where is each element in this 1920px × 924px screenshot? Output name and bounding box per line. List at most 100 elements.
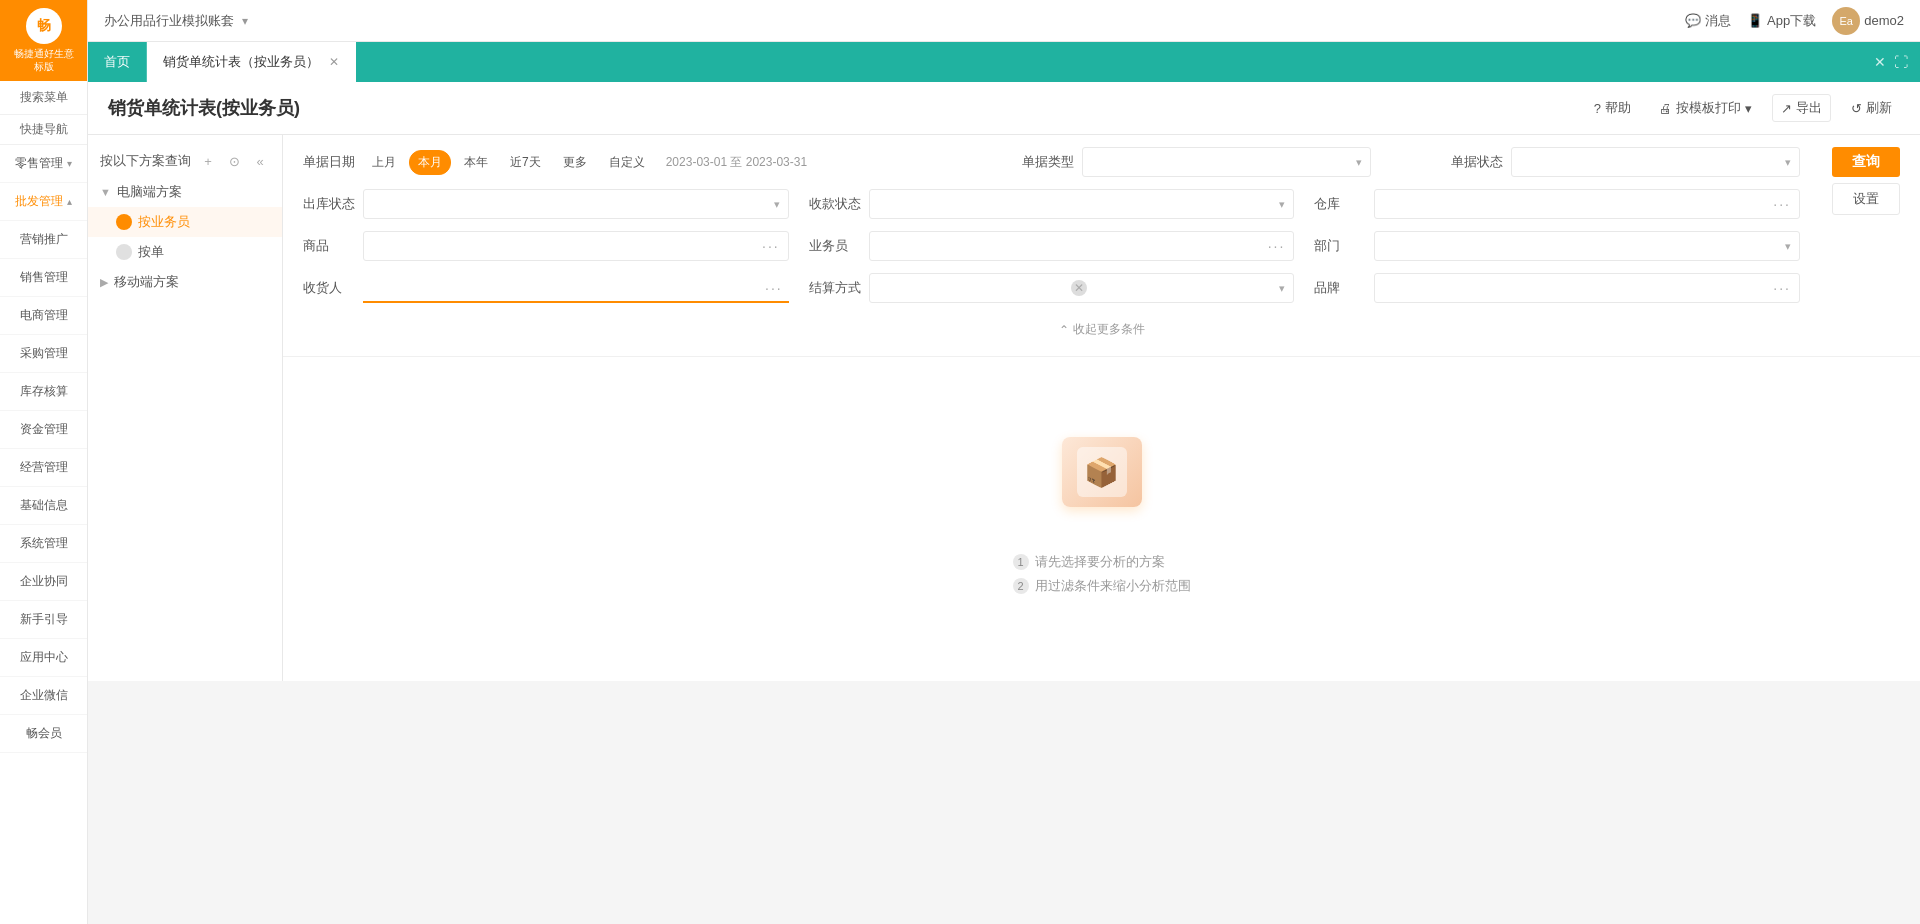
filter-settle-method: 结算方式 ✕ ▾ bbox=[809, 273, 1295, 303]
sidebar-item-wechat[interactable]: 企业微信 bbox=[0, 677, 87, 715]
help-icon: ? bbox=[1594, 101, 1601, 116]
content-area: 销货单统计表(按业务员) ? 帮助 🖨 按模板打印 ▾ ↗ 导出 bbox=[88, 82, 1920, 924]
date-btn-custom[interactable]: 自定义 bbox=[600, 150, 654, 175]
sidebar-item-member[interactable]: 畅会员 bbox=[0, 715, 87, 753]
sidebar-purchase-label: 采购管理 bbox=[20, 346, 68, 360]
page-title: 销货单统计表(按业务员) bbox=[108, 96, 300, 120]
add-scheme-icon[interactable]: + bbox=[198, 151, 218, 171]
sidebar-item-finance[interactable]: 资金管理 bbox=[0, 411, 87, 449]
sidebar-cooperation-label: 企业协同 bbox=[20, 574, 68, 588]
empty-hint-text-1: 请先选择要分析的方案 bbox=[1035, 553, 1165, 571]
out-status-label: 出库状态 bbox=[303, 195, 363, 213]
tab-expand-icon[interactable]: ⛶ bbox=[1894, 54, 1908, 70]
sidebar-item-search[interactable]: 搜索菜单 bbox=[0, 81, 87, 115]
tabbar-actions: ✕ ⛶ bbox=[1874, 54, 1920, 70]
sidebar-item-marketing[interactable]: 营销推广 bbox=[0, 221, 87, 259]
doc-status-arrow: ▾ bbox=[1785, 156, 1791, 169]
sidebar-item-basic[interactable]: 基础信息 bbox=[0, 487, 87, 525]
out-status-select[interactable]: ▾ bbox=[363, 189, 789, 219]
tree-dot-active bbox=[116, 214, 132, 230]
filter-goods: 商品 ··· bbox=[303, 231, 789, 261]
brand-select[interactable]: ··· bbox=[1374, 273, 1800, 303]
filter-warehouse: 仓库 ··· bbox=[1314, 189, 1800, 219]
brand-label: 品牌 bbox=[1314, 279, 1374, 297]
salesperson-dots: ··· bbox=[1268, 238, 1286, 254]
sidebar-item-newbie[interactable]: 新手引导 bbox=[0, 601, 87, 639]
sidebar-basic-label: 基础信息 bbox=[20, 498, 68, 512]
topbar-dropdown-icon[interactable]: ▾ bbox=[242, 14, 248, 28]
sidebar-item-wholesale[interactable]: 批发管理 ▴ bbox=[0, 183, 87, 221]
doc-status-select[interactable]: ▾ bbox=[1511, 147, 1800, 177]
sidebar-wholesale-label: 批发管理 bbox=[15, 194, 63, 208]
sidebar-retail-arrow: ▾ bbox=[67, 158, 72, 169]
empty-hint-1: 1 请先选择要分析的方案 bbox=[1013, 553, 1191, 571]
receiver-label: 收货人 bbox=[303, 279, 363, 297]
tree-node-desktop[interactable]: ▼ 电脑端方案 bbox=[88, 177, 282, 207]
sidebar-system-label: 系统管理 bbox=[20, 536, 68, 550]
filter-row-4: 收货人 ··· 结算方式 bbox=[303, 273, 1900, 303]
collapse-panel-icon[interactable]: « bbox=[250, 151, 270, 171]
sidebar-item-quicknav[interactable]: 快捷导航 bbox=[0, 115, 87, 145]
page-actions: ? 帮助 🖨 按模板打印 ▾ ↗ 导出 ↺ 刷新 bbox=[1586, 94, 1900, 122]
brand-control: ··· bbox=[1374, 273, 1800, 303]
tree-label-desktop: 电脑端方案 bbox=[117, 183, 182, 201]
app-download-button[interactable]: 📱 App下载 bbox=[1747, 12, 1816, 30]
settle-method-arrow: ▾ bbox=[1279, 282, 1285, 295]
sidebar-item-retail[interactable]: 零售管理 ▾ bbox=[0, 145, 87, 183]
date-btn-thismonth[interactable]: 本月 bbox=[409, 150, 451, 175]
sidebar-item-appcenter[interactable]: 应用中心 bbox=[0, 639, 87, 677]
refresh-button[interactable]: ↺ 刷新 bbox=[1843, 95, 1900, 121]
tree-arrow-desktop: ▼ bbox=[100, 186, 111, 198]
query-button[interactable]: 查询 bbox=[1832, 147, 1900, 177]
sidebar-item-inventory[interactable]: 库存核算 bbox=[0, 373, 87, 411]
sidebar-item-cooperation[interactable]: 企业协同 bbox=[0, 563, 87, 601]
sidebar-item-purchase[interactable]: 采购管理 bbox=[0, 335, 87, 373]
sidebar-item-sales[interactable]: 销售管理 bbox=[0, 259, 87, 297]
warehouse-select[interactable]: ··· bbox=[1374, 189, 1800, 219]
sidebar-item-system[interactable]: 系统管理 bbox=[0, 525, 87, 563]
salesperson-select[interactable]: ··· bbox=[869, 231, 1295, 261]
sidebar-item-ecommerce[interactable]: 电商管理 bbox=[0, 297, 87, 335]
tab-close-all-icon[interactable]: ✕ bbox=[1874, 54, 1886, 70]
help-button[interactable]: ? 帮助 bbox=[1586, 95, 1639, 121]
doc-type-select[interactable]: ▾ bbox=[1082, 147, 1371, 177]
export-button[interactable]: ↗ 导出 bbox=[1772, 94, 1831, 122]
receiver-input[interactable] bbox=[363, 273, 789, 303]
tab-sales-report[interactable]: 销货单统计表（按业务员） ✕ bbox=[147, 42, 356, 82]
tree-child-order[interactable]: 按单 bbox=[88, 237, 282, 267]
refresh-icon: ↺ bbox=[1851, 101, 1862, 116]
print-label: 按模板打印 bbox=[1676, 99, 1741, 117]
user-menu[interactable]: Ea demo2 bbox=[1832, 7, 1904, 35]
date-btn-thisyear[interactable]: 本年 bbox=[455, 150, 497, 175]
date-btn-7days[interactable]: 近7天 bbox=[501, 150, 550, 175]
sidebar-marketing-label: 营销推广 bbox=[20, 232, 68, 246]
sidebar-item-management[interactable]: 经营管理 bbox=[0, 449, 87, 487]
settings-scheme-icon[interactable]: ⊙ bbox=[224, 151, 244, 171]
print-dropdown-icon[interactable]: ▾ bbox=[1745, 101, 1752, 116]
collapse-button[interactable]: ⌃ 收起更多条件 bbox=[303, 315, 1900, 344]
dept-select[interactable]: ▾ bbox=[1374, 231, 1800, 261]
tree-dot-gray bbox=[116, 244, 132, 260]
message-button[interactable]: 💬 消息 bbox=[1685, 12, 1731, 30]
receive-status-arrow: ▾ bbox=[1279, 198, 1285, 211]
sidebar-retail-label: 零售管理 bbox=[15, 156, 63, 170]
settle-method-clear[interactable]: ✕ bbox=[1071, 280, 1087, 296]
left-panel-header: 按以下方案查询 + ⊙ « bbox=[88, 145, 282, 177]
settings-button[interactable]: 设置 bbox=[1832, 183, 1900, 215]
filter-brand: 品牌 ··· bbox=[1314, 273, 1800, 303]
settle-method-select[interactable]: ✕ ▾ bbox=[869, 273, 1295, 303]
tab-close-icon[interactable]: ✕ bbox=[329, 55, 339, 69]
filter-row-2: 出库状态 ▾ 收款状态 bbox=[303, 189, 1900, 219]
tab-home[interactable]: 首页 bbox=[88, 42, 147, 82]
receive-status-select[interactable]: ▾ bbox=[869, 189, 1295, 219]
goods-select[interactable]: ··· bbox=[363, 231, 789, 261]
print-button[interactable]: 🖨 按模板打印 ▾ bbox=[1651, 95, 1760, 121]
tree-node-mobile[interactable]: ▶ 移动端方案 bbox=[88, 267, 282, 297]
tree-child-salesperson[interactable]: 按业务员 bbox=[88, 207, 282, 237]
filter-salesperson: 业务员 ··· bbox=[809, 231, 1295, 261]
sidebar: 畅 畅捷通好生意标版 搜索菜单 快捷导航 零售管理 ▾ 批发管理 ▴ 营销推广 … bbox=[0, 0, 88, 924]
filter-date: 单据日期 上月 本月 本年 近7天 更多 自定义 2023-03-01 至 20… bbox=[303, 147, 1002, 177]
date-btn-more[interactable]: 更多 bbox=[554, 150, 596, 175]
empty-hint-num-1: 1 bbox=[1013, 554, 1029, 570]
date-btn-lastmonth[interactable]: 上月 bbox=[363, 150, 405, 175]
